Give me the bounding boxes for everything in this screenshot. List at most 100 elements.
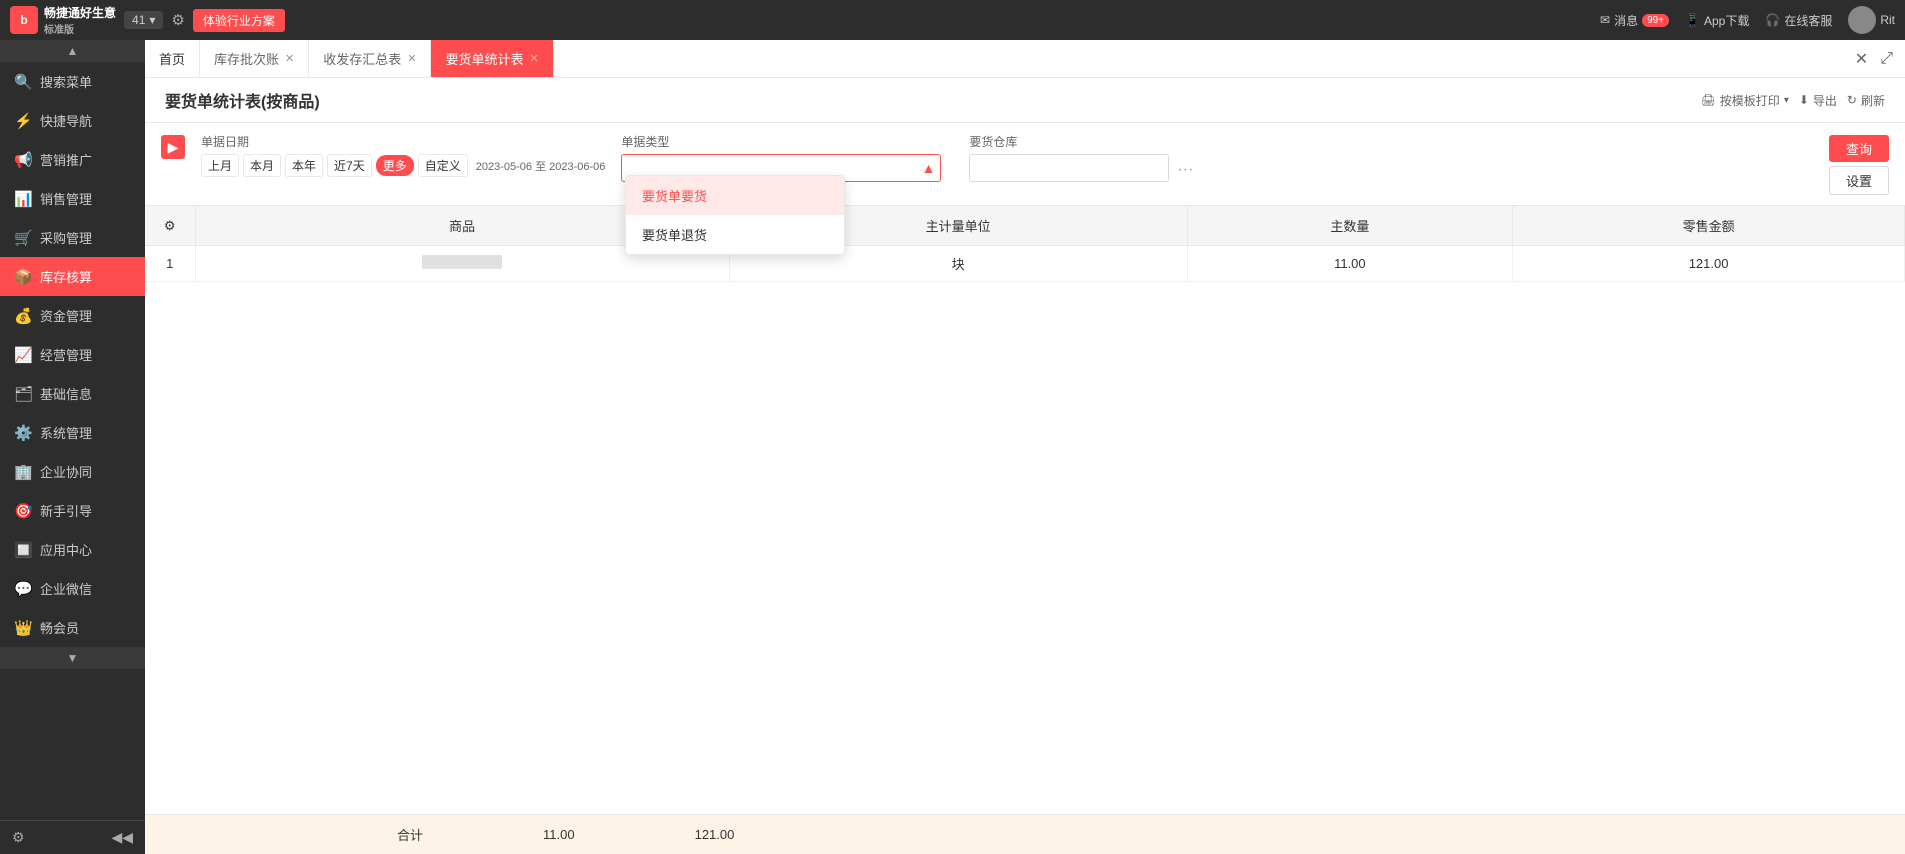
user-avatar[interactable]: Rit [1848,6,1895,34]
collapse-icon[interactable]: ◀◀ [111,829,133,846]
logo-sub: 标准版 [44,21,116,36]
table-container: ⚙ 商品 主计量单位 主数量 零售金额 1 [145,206,1905,814]
logo-text: 畅捷通好生意 [44,4,116,21]
top-header: b 畅捷通好生意 标准版 41 ▾ ⚙ 体验行业方案 ✉ 消息 99+ 📱 Ap… [0,0,1905,40]
messages-btn[interactable]: ✉ 消息 99+ [1600,12,1669,29]
store-selector[interactable]: 41 ▾ [124,11,163,29]
management-icon: 📈 [14,346,32,364]
column-settings-icon[interactable]: ⚙ [164,218,176,233]
app-icon: 📱 [1685,13,1700,27]
sidebar-item-marketing[interactable]: 📢 营销推广 [0,140,145,179]
tab-inventory-batch[interactable]: 库存批次账 ✕ [200,40,309,77]
dropdown-item-order-purchase[interactable]: 要货单要货 [626,176,844,215]
sidebar-scroll-up[interactable]: ▲ [0,40,145,62]
filter-date-group: 单据日期 上月 本月 本年 近7天 更多 自定义 2023-05-06 至 20… [201,133,605,177]
footer-quantity: 11.00 [423,827,575,842]
col-amount: 零售金额 [1513,206,1905,246]
print-icon: 🖨 [1701,93,1716,107]
settings-footer-icon[interactable]: ⚙ [12,829,25,846]
sidebar-item-inventory[interactable]: 📦 库存核算 [0,257,145,296]
sidebar-item-member[interactable]: 👑 畅会员 [0,608,145,647]
sidebar-footer: ⚙ ◀◀ [0,820,145,854]
tab-close-inventory-batch[interactable]: ✕ [285,52,294,65]
filter-date-row: 上月 本月 本年 近7天 更多 自定义 2023-05-06 至 2023-06… [201,154,605,177]
tab-close-receive-send[interactable]: ✕ [407,52,416,65]
sidebar-item-sales[interactable]: 📊 销售管理 [0,179,145,218]
sidebar-item-beginner[interactable]: 🎯 新手引导 [0,491,145,530]
logo-icon: b [10,6,38,34]
sidebar-scroll-down[interactable]: ▼ [0,647,145,669]
header-right: ✉ 消息 99+ 📱 App下载 🎧 在线客服 Rit [1600,6,1895,34]
filter-type-label: 单据类型 [621,133,941,150]
dropdown-item-order-return[interactable]: 要货单退货 [626,215,844,254]
tab-order-stats[interactable]: 要货单统计表 ✕ [431,40,553,77]
sidebar-item-purchase[interactable]: 🛒 采购管理 [0,218,145,257]
sidebar-item-basic[interactable]: 🗂 基础信息 [0,374,145,413]
quick-nav-icon: ⚡ [14,112,32,130]
beginner-icon: 🎯 [14,502,32,520]
settings-icon[interactable]: ⚙ [171,11,184,29]
table-header: ⚙ 商品 主计量单位 主数量 零售金额 [145,206,1905,246]
system-icon: ⚙️ [14,424,32,442]
export-icon: ⬇ [1799,93,1809,107]
message-icon: ✉ [1600,13,1610,27]
online-service-btn[interactable]: 🎧 在线客服 [1765,12,1832,29]
col-quantity: 主数量 [1187,206,1513,246]
print-btn[interactable]: 🖨 按模板打印 ▾ [1701,92,1789,109]
basic-icon: 🗂 [14,385,32,403]
page-header-actions: 🖨 按模板打印 ▾ ⬇ 导出 ↻ 刷新 [1701,92,1885,109]
tab-close-order-stats[interactable]: ✕ [530,52,539,65]
filter-date-more-btn[interactable]: 更多 [376,155,414,176]
avatar-img [1848,6,1876,34]
page-title: 要货单统计表(按商品) [165,88,320,112]
sidebar-item-enterprise[interactable]: 🏢 企业协同 [0,452,145,491]
row-quantity: 11.00 [1187,246,1513,282]
tab-close-all-btn[interactable]: ✕ [1851,47,1872,71]
sidebar-item-search[interactable]: 🔍 搜索菜单 [0,62,145,101]
trial-button[interactable]: 体验行业方案 [193,9,285,32]
page-content: 要货单统计表(按商品) 🖨 按模板打印 ▾ ⬇ 导出 ↻ 刷新 [145,78,1905,854]
tab-bar: 首页 库存批次账 ✕ 收发存汇总表 ✕ 要货单统计表 ✕ ✕ ⤢ [145,40,1905,78]
refresh-btn[interactable]: ↻ 刷新 [1847,92,1885,109]
filter-warehouse-input[interactable] [969,154,1169,182]
app-download-btn[interactable]: 📱 App下载 [1685,12,1749,29]
footer-label: 合计 [157,825,423,844]
logo-area: b 畅捷通好生意 标准版 [10,4,116,36]
inventory-icon: 📦 [14,268,32,286]
table-body: 1 块 11.00 121.00 [145,246,1905,282]
footer-amount: 121.00 [575,827,735,842]
tab-expand-btn[interactable]: ⤢ [1876,48,1897,70]
tab-home[interactable]: 首页 [145,40,200,77]
filter-date-last-month[interactable]: 上月 [201,154,239,177]
sidebar-item-appstore[interactable]: 🔲 应用中心 [0,530,145,569]
setting-button[interactable]: 设置 [1829,166,1889,195]
tab-receive-send[interactable]: 收发存汇总表 ✕ [309,40,431,77]
filter-date-custom[interactable]: 自定义 [418,154,468,177]
sidebar-item-finance[interactable]: 💰 资金管理 [0,296,145,335]
sidebar: ▲ 🔍 搜索菜单 ⚡ 快捷导航 📢 营销推广 📊 销售管理 🛒 采购管理 📦 库… [0,40,145,854]
sidebar-item-quick-nav[interactable]: ⚡ 快捷导航 [0,101,145,140]
filter-date-7days[interactable]: 近7天 [327,154,372,177]
main-layout: ▲ 🔍 搜索菜单 ⚡ 快捷导航 📢 营销推广 📊 销售管理 🛒 采购管理 📦 库… [0,40,1905,854]
filter-more-icon[interactable]: ··· [1173,161,1197,179]
filter-date-this-year[interactable]: 本年 [285,154,323,177]
filter-expand-btn[interactable]: ▶ [161,135,185,159]
content-area: 首页 库存批次账 ✕ 收发存汇总表 ✕ 要货单统计表 ✕ ✕ ⤢ 要 [145,40,1905,854]
col-settings[interactable]: ⚙ [145,206,195,246]
filter-date-this-month[interactable]: 本月 [243,154,281,177]
filter-type-arrow-icon[interactable]: ▲ [922,160,936,176]
sidebar-item-wechat[interactable]: 💬 企业微信 [0,569,145,608]
header-left: b 畅捷通好生意 标准版 41 ▾ ⚙ 体验行业方案 [10,4,285,36]
finance-icon: 💰 [14,307,32,325]
filter-date-label: 单据日期 [201,133,605,150]
data-table: ⚙ 商品 主计量单位 主数量 零售金额 1 [145,206,1905,282]
sidebar-item-management[interactable]: 📈 经营管理 [0,335,145,374]
page-header: 要货单统计表(按商品) 🖨 按模板打印 ▾ ⬇ 导出 ↻ 刷新 [145,78,1905,123]
search-icon: 🔍 [14,73,32,91]
filter-warehouse-row: ··· [969,154,1197,182]
marketing-icon: 📢 [14,151,32,169]
query-button[interactable]: 查询 [1829,135,1889,162]
filter-bar: ▶ 单据日期 上月 本月 本年 近7天 更多 自定义 2023-05-06 至 … [145,123,1905,206]
export-btn[interactable]: ⬇ 导出 [1799,92,1837,109]
sidebar-item-system[interactable]: ⚙️ 系统管理 [0,413,145,452]
